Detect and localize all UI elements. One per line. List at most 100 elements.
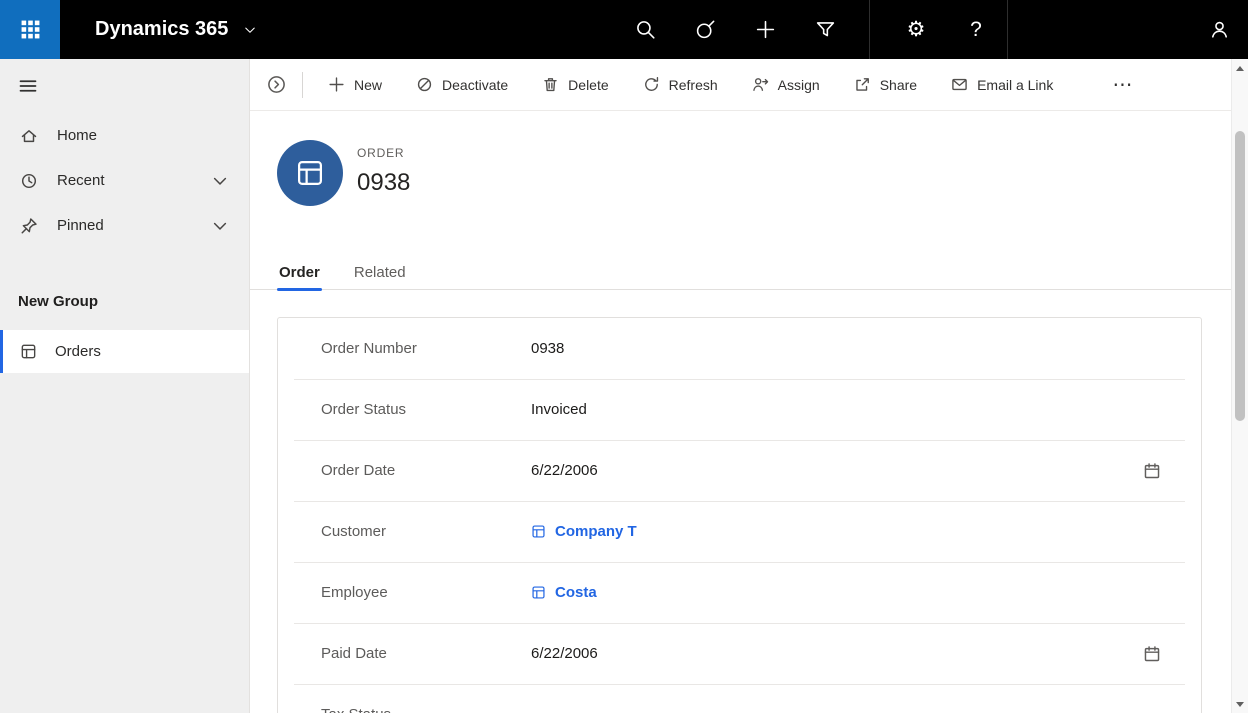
lookup-value: Costa (555, 584, 597, 601)
search-button[interactable] (615, 0, 675, 59)
field-value-area: Costa (531, 562, 1201, 623)
settings-gear-button[interactable]: ⚙ (886, 0, 946, 59)
command-refresh-button[interactable]: Refresh (626, 59, 735, 111)
assign-icon (752, 76, 769, 93)
compass-button[interactable] (675, 0, 735, 59)
help-button[interactable]: ? (946, 0, 1006, 59)
chevron-down-icon (243, 23, 257, 37)
field-value-area: 6/22/2006 (531, 623, 1201, 684)
record-form-area: ORDER 0938 Order Related Order Number 0938… (250, 111, 1231, 713)
form-row: Customer Company T (278, 501, 1201, 562)
quick-create-plus-icon (755, 19, 776, 40)
chevron-right-circle-icon (267, 75, 286, 94)
sidebar-nav: Home Recent Pinned (0, 113, 249, 248)
field-value-area (531, 684, 1201, 713)
command-assign-button[interactable]: Assign (735, 59, 837, 111)
scroll-down-arrow-icon (1236, 701, 1244, 707)
entity-icon (531, 585, 546, 600)
sidebar-item-orders[interactable]: Orders (0, 330, 249, 373)
command-overflow-button[interactable]: ⋯ (1098, 59, 1146, 111)
sidebar-item-label: Home (57, 127, 98, 144)
scroll-up-arrow-icon (1236, 65, 1244, 71)
sidebar-group-list: Orders (0, 330, 249, 373)
field-label: Order Status (321, 401, 407, 418)
sidebar-group-label: New Group (18, 293, 99, 310)
topbar-divider (1007, 0, 1008, 59)
form-row: Tax Status (278, 684, 1201, 713)
topbar-icon-group (615, 0, 855, 59)
calendar-icon[interactable] (1143, 645, 1161, 663)
command-button-label: New (354, 76, 383, 93)
field-label: Order Date (321, 462, 396, 479)
sidebar-item-recent[interactable]: Recent (0, 158, 249, 203)
sidebar-item-label: Recent (57, 172, 105, 189)
refresh-icon (643, 76, 660, 93)
entity-type-label: ORDER (357, 146, 405, 160)
chevron-down-icon[interactable] (211, 217, 229, 235)
sitemap-sidebar: Home Recent Pinned New Group Orders (0, 59, 250, 713)
field-label: Tax Status (278, 706, 531, 713)
scroll-down-button[interactable] (1232, 696, 1248, 712)
sidebar-item-label: Orders (55, 343, 101, 360)
account-button[interactable] (1190, 0, 1248, 59)
collapse-sitemap-button[interactable] (16, 74, 40, 98)
expand-command-bar-button[interactable] (250, 59, 302, 111)
calendar-icon[interactable] (1143, 462, 1161, 480)
command-new-button[interactable]: New (311, 59, 399, 111)
filter-icon (815, 19, 836, 40)
lookup-link[interactable]: Costa (531, 584, 597, 601)
lookup-value: Company T (555, 523, 637, 540)
filter-button[interactable] (795, 0, 855, 59)
form-row: Order Date 6/22/2006 (278, 440, 1201, 501)
top-navigation-bar: Dynamics 365 ⚙? (0, 0, 1248, 59)
command-bar-buttons: New Deactivate Delete Refresh Assign Share Ema… (311, 59, 1070, 111)
tab-label: Related (353, 264, 406, 281)
account-person-icon (1209, 19, 1230, 40)
field-label: Employee (321, 584, 388, 601)
form-row: Employee Costa (278, 562, 1201, 623)
sidebar-item-home[interactable]: Home (0, 113, 249, 158)
form-row: Paid Date 6/22/2006 (278, 623, 1201, 684)
tab-strip: Order Related (250, 255, 1231, 291)
field-value[interactable]: 0938 (531, 340, 564, 357)
field-label: Customer (321, 523, 387, 540)
command-button-label: Share (879, 76, 918, 93)
compass-icon (695, 19, 716, 40)
command-button-label: Deactivate (442, 76, 509, 93)
scroll-up-button[interactable] (1232, 60, 1248, 76)
command-email-a-link-button[interactable]: Email a Link (934, 59, 1070, 111)
field-value[interactable]: 6/22/2006 (531, 645, 598, 662)
tab-related[interactable]: Related (352, 255, 408, 290)
field-value-area: Company T (531, 501, 1201, 562)
delete-trash-icon (542, 76, 559, 93)
field-value[interactable]: Invoiced (531, 401, 587, 418)
lookup-link[interactable]: Company T (531, 523, 637, 540)
home-icon (20, 127, 38, 145)
share-icon (854, 76, 871, 93)
email-link-icon (951, 76, 968, 93)
chevron-down-icon[interactable] (211, 172, 229, 190)
command-button-label: Assign (777, 76, 820, 93)
record-title: 0938 (357, 169, 411, 196)
field-value-area: 0938 (531, 318, 1201, 379)
field-label: Order Number (321, 340, 417, 357)
app-switcher[interactable]: Dynamics 365 (95, 0, 257, 59)
hamburger-icon (18, 76, 38, 96)
vertical-scrollbar[interactable] (1231, 59, 1248, 713)
entity-icon (295, 158, 325, 188)
field-label: Paid Date (321, 645, 387, 662)
command-share-button[interactable]: Share (837, 59, 934, 111)
command-deactivate-button[interactable]: Deactivate (399, 59, 525, 111)
add-icon (328, 76, 345, 93)
quick-create-plus-button[interactable] (735, 0, 795, 59)
sidebar-item-pinned[interactable]: Pinned (0, 203, 249, 248)
app-launcher-button[interactable] (0, 0, 60, 59)
app-window: Dynamics 365 ⚙? Home Recent Pinned New Gro… (0, 0, 1248, 713)
command-delete-button[interactable]: Delete (525, 59, 625, 111)
help-icon: ? (970, 18, 982, 41)
tab-order[interactable]: Order (277, 255, 322, 291)
field-value[interactable]: 6/22/2006 (531, 462, 598, 479)
scrollbar-thumb[interactable] (1235, 131, 1245, 421)
topbar-divider (869, 0, 870, 59)
field-value-area: Invoiced (531, 379, 1201, 440)
